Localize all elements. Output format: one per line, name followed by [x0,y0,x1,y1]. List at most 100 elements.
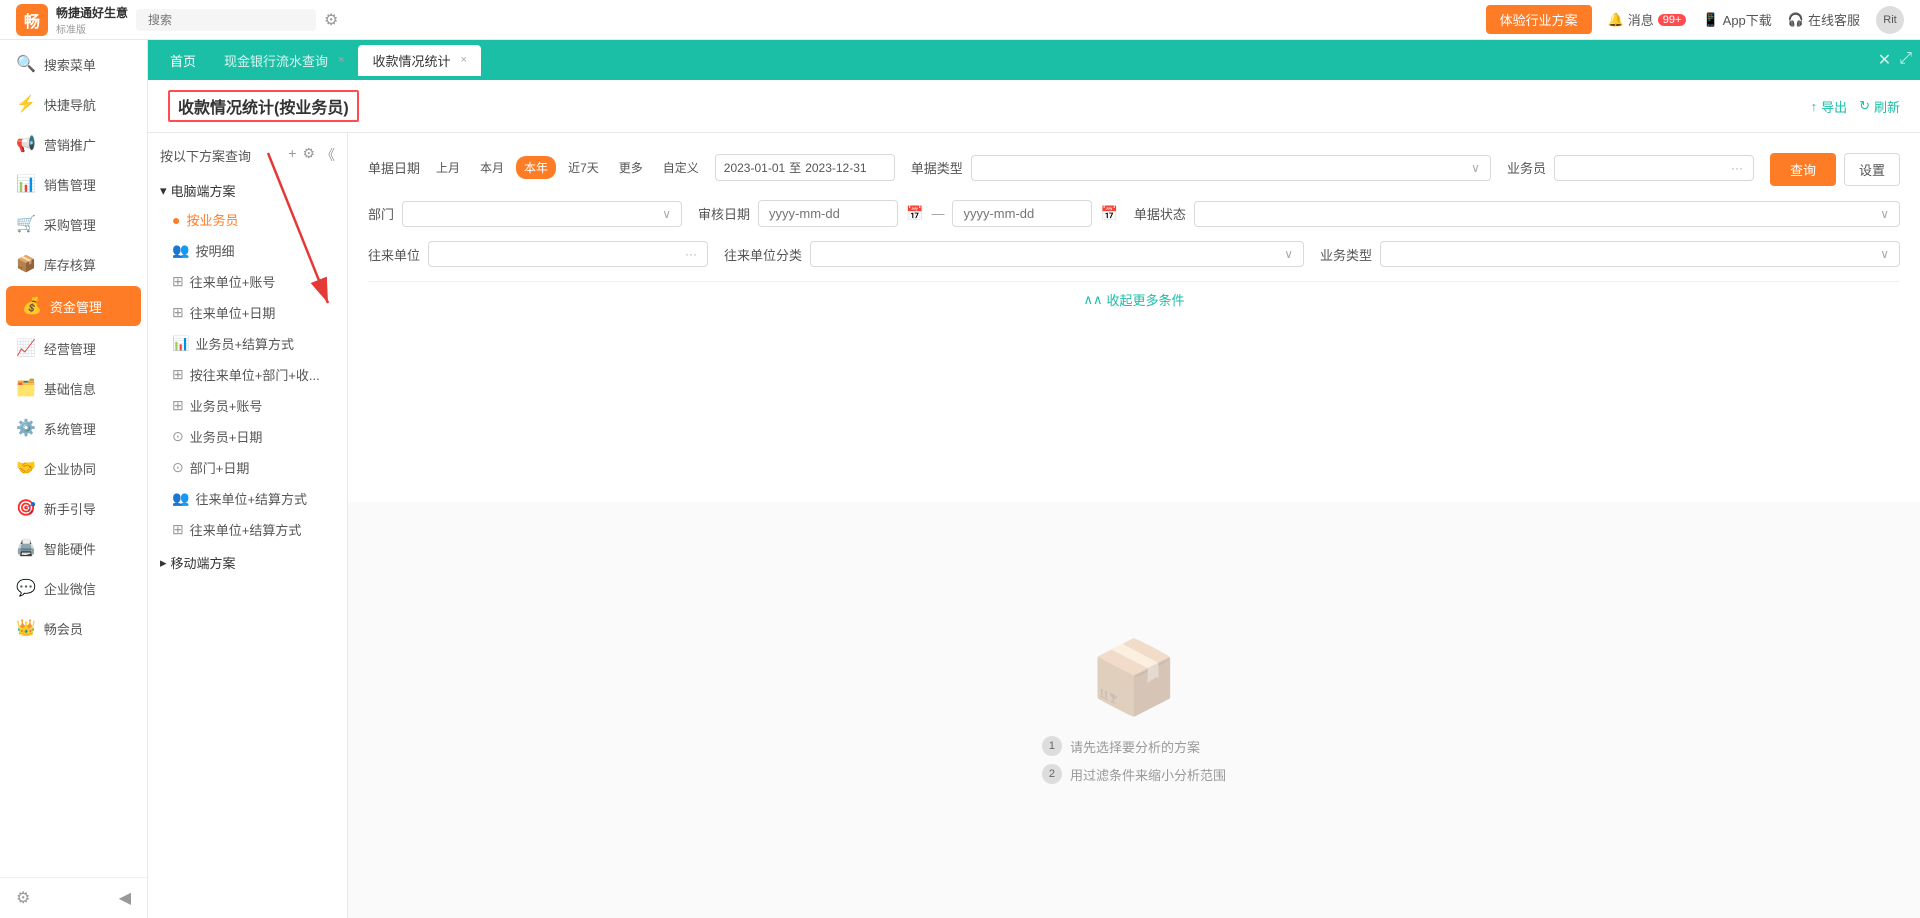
trial-button[interactable]: 体验行业方案 [1486,5,1592,34]
date-tab-more[interactable]: 更多 [611,156,651,179]
review-date-label: 审核日期 [698,204,750,223]
counterpart-settlement2-icon: ⊞ [172,521,184,538]
full-content: 收款情况统计(按业务员) ↑ 导出 ↻ 刷新 按以下方 [148,80,1920,918]
voucher-type-select[interactable]: ∨ [971,155,1491,181]
tab-collection-stats[interactable]: 收款情况统计 × [358,45,480,76]
counterpart-more-icon: ··· [685,247,697,261]
tree-item-counterpart-date[interactable]: ⊞ 往来单位+日期 [148,297,347,328]
tree-mobile-root[interactable]: ▸ 移动端方案 [148,549,347,576]
panel-header: 按以下方案查询 + ⚙ 《 [148,145,347,173]
empty-step-2: 2 用过滤条件来缩小分析范围 [1042,764,1226,784]
sidebar-item-cooperation[interactable]: 🤝 企业协同 [0,448,147,488]
top-bar-right: 体验行业方案 🔔 消息 99+ 📱 App下载 🎧 在线客服 Rit [1486,5,1904,34]
filter-actions-row1: 查询 设置 [1770,153,1900,186]
tree-item-salesman-settlement[interactable]: 📊 业务员+结算方式 [148,328,347,359]
sidebar-item-inventory[interactable]: 📦 库存核算 [0,244,147,284]
collapse-bar[interactable]: ∧∧ 收起更多条件 [368,281,1900,317]
settings-button[interactable]: 设置 [1844,153,1900,186]
tree-item-counterpart-settlement1[interactable]: 👥 往来单位+结算方式 [148,483,347,514]
sidebar-item-operations[interactable]: 📈 经营管理 [0,328,147,368]
settings-icon[interactable]: ⚙ [324,10,338,30]
detail-icon: 👥 [172,242,189,259]
sidebar-item-quicknav[interactable]: ⚡ 快捷导航 [0,84,147,124]
messages-action[interactable]: 🔔 消息 99+ [1608,10,1687,29]
tab-close-all-icon[interactable]: ✕ [1878,50,1891,70]
tree-item-dept-date[interactable]: ⊙ 部门+日期 [148,452,347,483]
export-button[interactable]: ↑ 导出 [1811,97,1848,116]
counterpart-label: 往来单位 [368,245,420,264]
review-date-to[interactable] [952,200,1092,227]
tree-item-by-salesman[interactable]: ● 按业务员 [148,204,347,235]
tab-home[interactable]: 首页 [156,45,210,76]
app-download-action[interactable]: 📱 App下载 [1702,10,1771,29]
logo-text: 畅捷通好生意 标准版 [56,4,128,36]
counterpart-category-select[interactable]: ∨ [810,241,1304,267]
tab-close-collection[interactable]: × [460,54,466,66]
sidebar-item-hardware[interactable]: 🖨️ 智能硬件 [0,528,147,568]
trending-icon: 📈 [16,338,36,358]
scheme-settings-icon[interactable]: ⚙ [302,145,315,165]
calendar-to-icon[interactable]: 📅 [1100,205,1117,222]
tree-item-counterpart-account[interactable]: ⊞ 往来单位+账号 [148,266,347,297]
review-date-from[interactable] [758,200,898,227]
sidebar-item-system[interactable]: ⚙️ 系统管理 [0,408,147,448]
sidebar-item-wechat[interactable]: 💬 企业微信 [0,568,147,608]
dept-label: 部门 [368,204,394,223]
date-tab-thisyear[interactable]: 本年 [516,156,556,179]
tab-bar-right: ✕ ⤢ [1878,50,1912,70]
tree-item-salesman-date[interactable]: ⊙ 业务员+日期 [148,421,347,452]
tab-maximize-icon[interactable]: ⤢ [1899,50,1912,70]
wechat-icon: 💬 [16,578,36,598]
sidebar-item-sales[interactable]: 📊 销售管理 [0,164,147,204]
page-title: 收款情况统计(按业务员) [168,90,359,122]
voucher-status-filter: 单据状态 ∨ [1134,201,1900,227]
calendar-from-icon[interactable]: 📅 [906,205,923,222]
bell-icon: 🔔 [1608,12,1624,28]
sidebar-item-finance[interactable]: 💰 资金管理 [6,286,141,326]
date-tab-lastmonth[interactable]: 上月 [428,156,468,179]
cart-icon: 🛒 [16,214,36,234]
date-tab-custom[interactable]: 自定义 [655,156,707,179]
search-input[interactable] [136,9,316,31]
logo-icon: 畅 [16,4,48,36]
refresh-button[interactable]: ↻ 刷新 [1859,97,1900,116]
tree-item-detail[interactable]: 👥 按明细 [148,235,347,266]
query-button[interactable]: 查询 [1770,153,1836,186]
sidebar-item-purchase[interactable]: 🛒 采购管理 [0,204,147,244]
user-avatar[interactable]: Rit [1876,6,1904,34]
business-type-select[interactable]: ∨ [1380,241,1900,267]
date-from-value: 2023-01-01 [724,161,785,175]
panel-header-label: 按以下方案查询 [160,146,251,165]
date-tab-7days[interactable]: 近7天 [560,156,607,179]
status-chevron-icon: ∨ [1880,207,1889,221]
sidebar-item-basic-info[interactable]: 🗂️ 基础信息 [0,368,147,408]
footer-collapse-icon[interactable]: ◀ [119,888,131,908]
tree-item-by-counterpart-dept[interactable]: ⊞ 按往来单位+部门+收... [148,359,347,390]
online-service-action[interactable]: 🎧 在线客服 [1788,10,1860,29]
date-tab-thismonth[interactable]: 本月 [472,156,512,179]
tab-close-cash[interactable]: × [338,54,344,66]
salesman-select[interactable]: ··· [1554,155,1754,181]
right-area: 单据日期 上月 本月 本年 近7天 更多 自定义 [348,133,1920,918]
dept-select[interactable]: ∨ [402,201,682,227]
sidebar-item-search[interactable]: 🔍 搜索菜单 [0,44,147,84]
business-type-filter: 业务类型 ∨ [1320,241,1900,267]
tree-item-counterpart-settlement2[interactable]: ⊞ 往来单位+结算方式 [148,514,347,545]
add-scheme-button[interactable]: + [288,145,296,165]
footer-settings-icon[interactable]: ⚙ [16,888,30,908]
category-chevron-icon: ∨ [1284,247,1293,261]
sidebar-item-marketing[interactable]: 📢 营销推广 [0,124,147,164]
date-range-input[interactable]: 2023-01-01 至 2023-12-31 [715,154,895,181]
sidebar-item-member[interactable]: 👑 畅会员 [0,608,147,648]
message-badge: 99+ [1658,14,1687,26]
voucher-status-select[interactable]: ∨ [1194,201,1900,227]
tree-desktop-root[interactable]: ▾ 电脑端方案 [148,177,347,204]
panel-header-actions: + ⚙ 《 [288,145,335,165]
counterpart-select[interactable]: ··· [428,241,708,267]
tree-item-salesman-account[interactable]: ⊞ 业务员+账号 [148,390,347,421]
dept-chevron-icon: ∨ [662,207,671,221]
sidebar-item-guide[interactable]: 🎯 新手引导 [0,488,147,528]
tab-cash-flow[interactable]: 现金银行流水查询 × [210,45,358,76]
panel-collapse-icon[interactable]: 《 [321,145,335,165]
date-range-separator: 至 [789,159,801,176]
